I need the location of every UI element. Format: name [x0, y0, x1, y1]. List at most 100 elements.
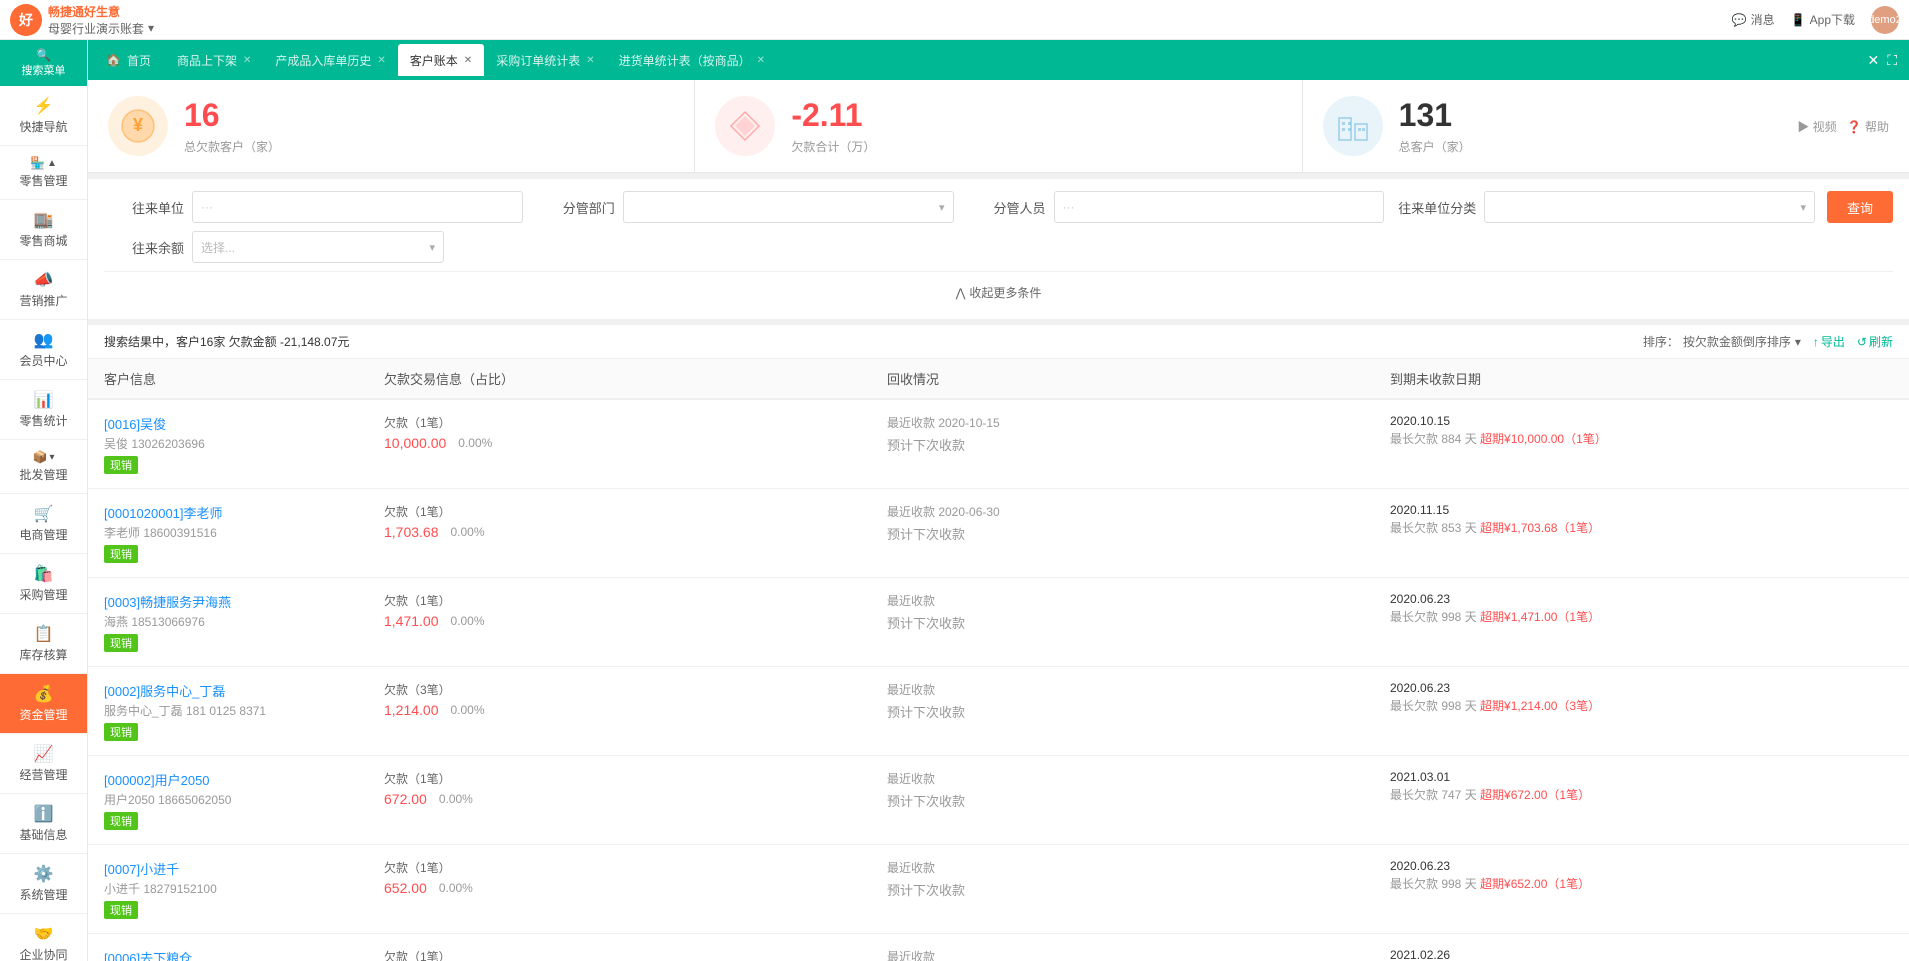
tab-purchase-order-label: 采购订单统计表 — [496, 52, 580, 69]
filter-row-1: 往来单位 ··· 分管部门 ▾ 分管人员 — [104, 191, 1893, 223]
filter-item-category: 往来单位分类 ▾ — [1396, 191, 1815, 223]
debt-count-6: 欠款（1笔） — [384, 859, 887, 876]
app-download-btn[interactable]: 📱 App下载 — [1791, 11, 1855, 28]
sidebar-item-retail-mall[interactable]: 🏬 零售商城 — [0, 200, 87, 260]
latest-payment-1: 最近收款 2020-10-15 — [887, 416, 1000, 430]
sidebar-item-label: 库存核算 — [19, 646, 67, 663]
sidebar-item-quick-nav[interactable]: ⚡ 快捷导航 — [0, 86, 87, 146]
customer-tag-3: 现销 — [104, 634, 138, 652]
overdue-link-4[interactable]: 超期¥1,214.00（3笔） — [1480, 699, 1600, 713]
filter-select-category[interactable]: ▾ — [1484, 191, 1815, 223]
filter-row-2: 往来余额 选择... ▾ — [104, 231, 1893, 263]
sidebar-item-retail-mgmt[interactable]: 🏪 ▲ 零售管理 — [0, 146, 87, 200]
debt-ratio-5: 0.00% — [439, 792, 473, 806]
tab-product-history-close[interactable]: ✕ — [377, 55, 385, 66]
expand-icon[interactable]: ⛶ — [1887, 52, 1897, 69]
sidebar-item-ops-mgmt[interactable]: 📈 经营管理 — [0, 734, 87, 794]
duedate-cell-3: 2020.06.23 最长欠款 998 天 超期¥1,471.00（1笔） — [1390, 588, 1893, 629]
category-dropdown-icon: ▾ — [1800, 201, 1806, 214]
export-btn[interactable]: ↑ 导出 — [1813, 333, 1845, 350]
close-all-icon[interactable]: ✕ — [1867, 52, 1879, 69]
result-info: 搜索结果中，客户16家 欠款金额 -21,148.07元 — [104, 333, 349, 350]
stat-top-right: ▶ 视频 ❓ 帮助 — [1797, 118, 1889, 135]
tab-product-history[interactable]: 产成品入库单历史 ✕ — [263, 44, 397, 76]
company-name: 母婴行业演示账套 — [48, 20, 144, 37]
debt-amount-2: 1,703.68 — [384, 524, 439, 540]
tab-purchase-stats[interactable]: 进货单统计表（按商品） ✕ — [607, 44, 777, 76]
company-selector[interactable]: 母婴行业演示账套 ▾ — [48, 20, 154, 37]
overdue-link-3[interactable]: 超期¥1,471.00（1笔） — [1480, 610, 1600, 624]
result-info-text: 搜索结果中，客户16家 欠款金额 -21,148.07元 — [104, 335, 349, 349]
recovery-cell-3: 最近收款 预计下次收款 — [887, 588, 1390, 636]
sort-label: 排序： — [1643, 333, 1679, 350]
sidebar-search[interactable]: 🔍 搜索菜单 — [0, 40, 87, 86]
customer-name-link-4[interactable]: [0002]服务中心_丁磊 — [104, 684, 225, 699]
tab-customer-account-close[interactable]: ✕ — [464, 55, 472, 66]
tab-purchase-stats-close[interactable]: ✕ — [757, 55, 765, 66]
filter-input-manager[interactable]: ··· — [1054, 191, 1385, 223]
filter-item-unit: 往来单位 ··· — [104, 191, 523, 223]
tab-product-onsale[interactable]: 商品上下架 ✕ — [165, 44, 263, 76]
overdue-link-1[interactable]: 超期¥10,000.00（1笔） — [1480, 432, 1607, 446]
filter-select-dept[interactable]: ▾ — [623, 191, 954, 223]
ops-icon: 📈 — [34, 744, 54, 764]
debt-cell-5: 欠款（1笔） 672.00 0.00% — [384, 766, 887, 811]
sidebar-item-member[interactable]: 👥 会员中心 — [0, 320, 87, 380]
max-days-3: 最长欠款 998 天 超期¥1,471.00（1笔） — [1390, 608, 1893, 625]
quick-nav-icon: ⚡ — [34, 96, 54, 116]
tab-purchase-order[interactable]: 采购订单统计表 ✕ — [484, 44, 606, 76]
tab-purchase-order-close[interactable]: ✕ — [586, 55, 594, 66]
customer-name-link-7[interactable]: [0006]去下粮仓 — [104, 951, 192, 961]
overdue-link-6[interactable]: 超期¥652.00（1笔） — [1480, 877, 1590, 891]
tab-home[interactable]: 🏠 首页 — [92, 44, 165, 76]
sidebar-item-inventory[interactable]: 📋 库存核算 — [0, 614, 87, 674]
top-bar-right: 💬 消息 📱 App下载 demo2 — [1732, 6, 1899, 34]
next-payment-2: 预计下次收款 — [887, 524, 1390, 543]
sidebar-item-label: 零售管理 — [19, 172, 67, 189]
recovery-cell-4: 最近收款 预计下次收款 — [887, 677, 1390, 725]
query-button[interactable]: 查询 — [1827, 191, 1893, 223]
customer-name-link-6[interactable]: [0007]小进千 — [104, 862, 179, 877]
tab-product-onsale-close[interactable]: ✕ — [243, 55, 251, 66]
latest-payment-6: 最近收款 — [887, 861, 935, 875]
collapse-btn[interactable]: ⋀ 收起更多条件 — [104, 278, 1893, 307]
customer-name-link-2[interactable]: [0001020001]李老师 — [104, 506, 223, 521]
top-bar: 好 畅捷通好生意 母婴行业演示账套 ▾ 💬 消息 📱 App下载 demo2 — [0, 0, 1909, 40]
due-date-3: 2020.06.23 — [1390, 592, 1893, 606]
sidebar-item-ecom-mgmt[interactable]: 🛒 电商管理 — [0, 494, 87, 554]
video-btn[interactable]: ▶ 视频 — [1797, 118, 1836, 135]
enterprise-icon: 🤝 — [34, 924, 54, 944]
customer-name-link-3[interactable]: [0003]畅捷服务尹海燕 — [104, 595, 231, 610]
sidebar-item-label: 电商管理 — [19, 526, 67, 543]
customer-name-link-1[interactable]: [0016]吴俊 — [104, 417, 166, 432]
tab-customer-account[interactable]: 客户账本 ✕ — [398, 44, 484, 76]
overdue-link-5[interactable]: 超期¥672.00（1笔） — [1480, 788, 1590, 802]
filter-select-balance[interactable]: 选择... ▾ — [192, 231, 444, 263]
sidebar-item-basic-info[interactable]: ℹ️ 基础信息 — [0, 794, 87, 854]
stat-number-3: 131 — [1399, 97, 1782, 134]
debt-ratio-1: 0.00% — [458, 436, 492, 450]
next-payment-1: 预计下次收款 — [887, 435, 1390, 454]
sort-control[interactable]: 排序： 按欠款金额倒序排序 ▾ — [1643, 333, 1801, 350]
customer-name-link-5[interactable]: [000002]用户2050 — [104, 773, 210, 788]
message-btn[interactable]: 💬 消息 — [1732, 11, 1775, 28]
result-bar: 搜索结果中，客户16家 欠款金额 -21,148.07元 排序： 按欠款金额倒序… — [88, 325, 1909, 359]
purchase-icon: 🛍️ — [34, 564, 54, 584]
sidebar-item-retail-stats[interactable]: 📊 零售统计 — [0, 380, 87, 440]
sidebar-item-enterprise[interactable]: 🤝 企业协同 — [0, 914, 87, 961]
customer-phone-3: 海燕 18513066976 — [104, 613, 384, 630]
sidebar-item-sys-mgmt[interactable]: ⚙️ 系统管理 — [0, 854, 87, 914]
sidebar-item-purchase[interactable]: 🛍️ 采购管理 — [0, 554, 87, 614]
filter-input-unit[interactable]: ··· — [192, 191, 523, 223]
refresh-btn[interactable]: ↺ 刷新 — [1857, 333, 1893, 350]
stat-icon-3 — [1323, 96, 1383, 156]
batch-mgmt-icon: 📦 — [33, 450, 48, 464]
sidebar-item-finance[interactable]: 💰 资金管理 — [0, 674, 87, 734]
sidebar-item-batch-mgmt[interactable]: 📦 ▾ 批发管理 — [0, 440, 87, 494]
duedate-cell-1: 2020.10.15 最长欠款 884 天 超期¥10,000.00（1笔） — [1390, 410, 1893, 451]
user-area[interactable]: demo2 — [1871, 6, 1899, 34]
help-btn[interactable]: ❓ 帮助 — [1847, 118, 1889, 135]
latest-payment-5: 最近收款 — [887, 772, 935, 786]
overdue-link-2[interactable]: 超期¥1,703.68（1笔） — [1480, 521, 1600, 535]
sidebar-item-marketing[interactable]: 📣 营销推广 — [0, 260, 87, 320]
